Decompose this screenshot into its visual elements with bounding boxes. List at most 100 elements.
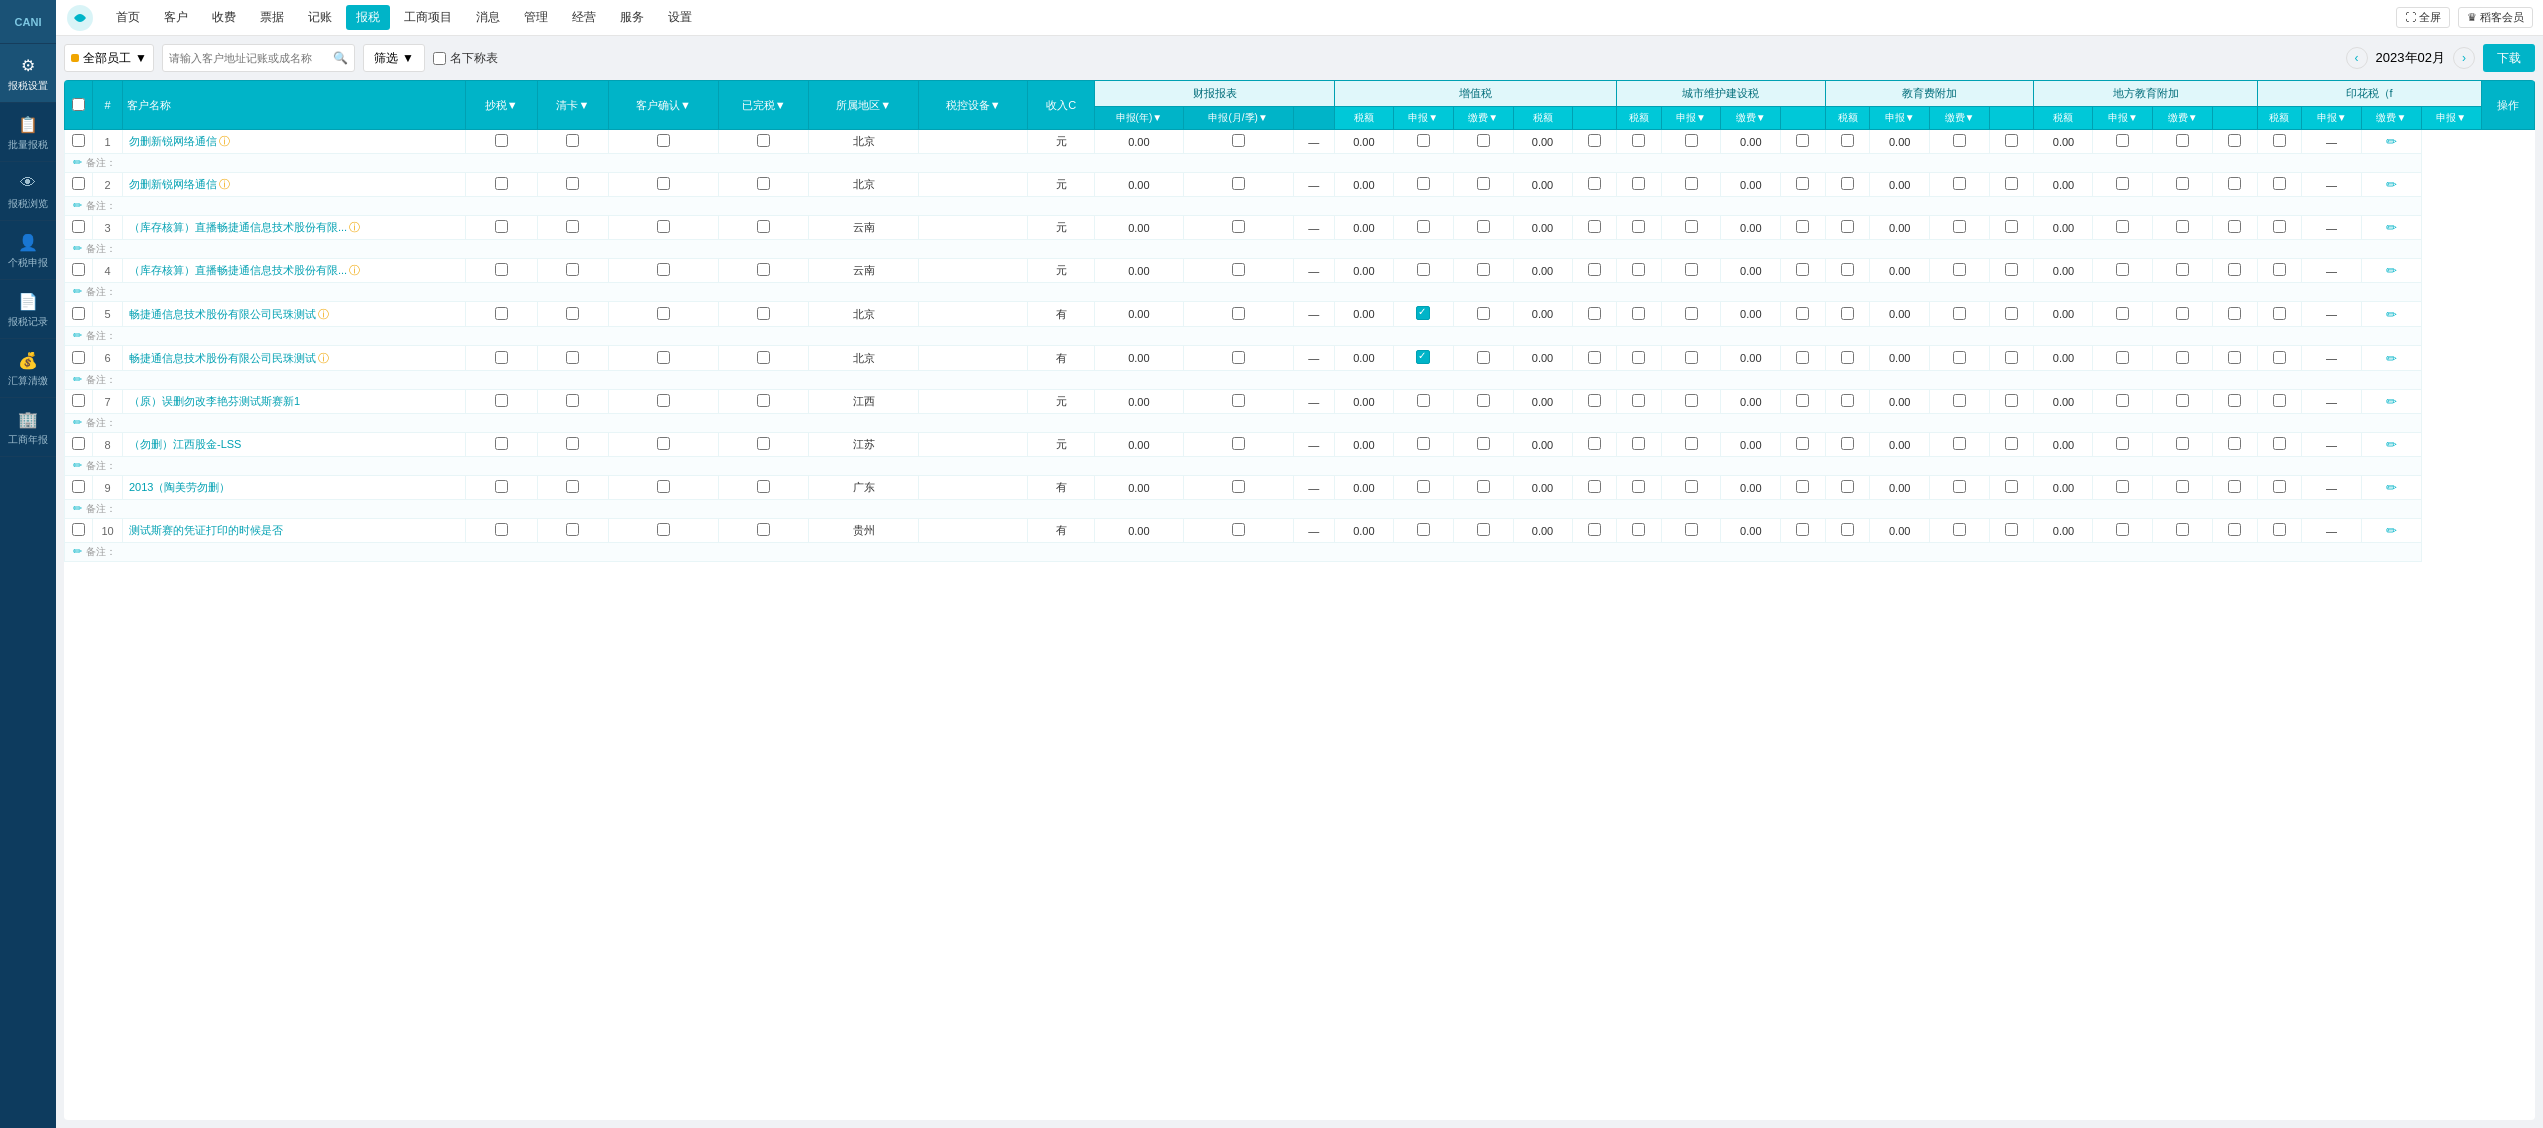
sidebar-item-baoshuishezhi[interactable]: ⚙ 报税设置: [0, 44, 56, 103]
city-extra-checkbox[interactable]: [1796, 134, 1809, 147]
city-apply-checkbox[interactable]: [1685, 263, 1698, 276]
vat-pay-checkbox[interactable]: [1477, 220, 1490, 233]
fin-year-checkbox[interactable]: [1232, 437, 1245, 450]
stamp-taxamt-checkbox[interactable]: [2273, 134, 2286, 147]
city-apply-checkbox[interactable]: [1685, 394, 1698, 407]
edu-extra-checkbox[interactable]: [2005, 480, 2018, 493]
local-extra-checkbox[interactable]: [2228, 437, 2241, 450]
chaoshui-checkbox[interactable]: [495, 134, 508, 147]
city-extra-checkbox[interactable]: [1796, 307, 1809, 320]
vat-extra-checkbox[interactable]: [1588, 437, 1601, 450]
row-checkbox[interactable]: [72, 177, 85, 190]
stamp-taxamt-checkbox[interactable]: [2273, 351, 2286, 364]
stamp-taxamt-checkbox[interactable]: [2273, 394, 2286, 407]
chaoshui-checkbox[interactable]: [495, 307, 508, 320]
stamp-taxamt-checkbox[interactable]: [2273, 307, 2286, 320]
local-pay-checkbox[interactable]: [2176, 523, 2189, 536]
membership-button[interactable]: ♛ 稻客会员: [2458, 7, 2533, 28]
nav-operation[interactable]: 经营: [562, 5, 606, 30]
edit-icon[interactable]: ✏: [2386, 220, 2397, 235]
employee-filter[interactable]: 全部员工 ▼: [64, 44, 154, 72]
local-extra-checkbox[interactable]: [2228, 351, 2241, 364]
fin-year-checkbox[interactable]: [1232, 394, 1245, 407]
local-apply-checkbox[interactable]: [2116, 177, 2129, 190]
fin-year-checkbox[interactable]: [1232, 307, 1245, 320]
paid-checkbox[interactable]: [757, 394, 770, 407]
edu-extra-checkbox[interactable]: [2005, 437, 2018, 450]
vat-extra-checkbox[interactable]: [1588, 351, 1601, 364]
local-pay-checkbox[interactable]: [2176, 480, 2189, 493]
local-apply-checkbox[interactable]: [2116, 480, 2129, 493]
paid-checkbox[interactable]: [757, 263, 770, 276]
chaoshui-checkbox[interactable]: [495, 437, 508, 450]
row-checkbox[interactable]: [72, 307, 85, 320]
row-checkbox[interactable]: [72, 394, 85, 407]
local-apply-checkbox[interactable]: [2116, 437, 2129, 450]
vat-checkbox[interactable]: [1417, 263, 1430, 276]
edu-apply-checkbox[interactable]: [1841, 437, 1854, 450]
checked-checkbox[interactable]: [1416, 350, 1430, 364]
qingka-checkbox[interactable]: [566, 394, 579, 407]
vat-pay-checkbox[interactable]: [1477, 263, 1490, 276]
vat-extra-checkbox[interactable]: [1588, 263, 1601, 276]
confirm-checkbox[interactable]: [657, 134, 670, 147]
customer-name[interactable]: 勿删新锐网络通信ⓘ: [123, 130, 466, 154]
vat-extra-checkbox[interactable]: [1588, 177, 1601, 190]
edit-icon[interactable]: ✏: [2386, 394, 2397, 409]
city-extra-checkbox[interactable]: [1796, 523, 1809, 536]
edu-apply-checkbox[interactable]: [1841, 134, 1854, 147]
edu-extra-checkbox[interactable]: [2005, 523, 2018, 536]
edu-taxamt-checkbox[interactable]: [1953, 307, 1966, 320]
edu-taxamt-checkbox[interactable]: [1953, 351, 1966, 364]
city-taxamt-checkbox[interactable]: [1632, 523, 1645, 536]
checked-checkbox[interactable]: [1416, 306, 1430, 320]
local-extra-checkbox[interactable]: [2228, 523, 2241, 536]
row-checkbox[interactable]: [72, 437, 85, 450]
city-extra-checkbox[interactable]: [1796, 394, 1809, 407]
nav-bookkeeping[interactable]: 记账: [298, 5, 342, 30]
edit-icon[interactable]: ✏: [2386, 177, 2397, 192]
fin-year-checkbox[interactable]: [1232, 263, 1245, 276]
confirm-checkbox[interactable]: [657, 480, 670, 493]
edu-taxamt-checkbox[interactable]: [1953, 523, 1966, 536]
city-taxamt-checkbox[interactable]: [1632, 220, 1645, 233]
confirm-checkbox[interactable]: [657, 523, 670, 536]
row-checkbox[interactable]: [72, 480, 85, 493]
local-apply-checkbox[interactable]: [2116, 394, 2129, 407]
edu-taxamt-checkbox[interactable]: [1953, 263, 1966, 276]
edu-apply-checkbox[interactable]: [1841, 220, 1854, 233]
edu-apply-checkbox[interactable]: [1841, 177, 1854, 190]
edu-extra-checkbox[interactable]: [2005, 351, 2018, 364]
vat-extra-checkbox[interactable]: [1588, 394, 1601, 407]
qingka-checkbox[interactable]: [566, 523, 579, 536]
nav-manage[interactable]: 管理: [514, 5, 558, 30]
nav-message[interactable]: 消息: [466, 5, 510, 30]
city-apply-checkbox[interactable]: [1685, 220, 1698, 233]
row-checkbox[interactable]: [72, 523, 85, 536]
city-taxamt-checkbox[interactable]: [1632, 307, 1645, 320]
customer-name[interactable]: 测试斯赛的凭证打印的时候是否: [123, 519, 466, 543]
fin-year-checkbox[interactable]: [1232, 177, 1245, 190]
confirm-checkbox[interactable]: [657, 307, 670, 320]
chaoshui-checkbox[interactable]: [495, 351, 508, 364]
fin-year-checkbox[interactable]: [1232, 523, 1245, 536]
qingka-checkbox[interactable]: [566, 480, 579, 493]
edu-taxamt-checkbox[interactable]: [1953, 394, 1966, 407]
sidebar-item-piliangshuibao[interactable]: 📋 批量报税: [0, 103, 56, 162]
paid-checkbox[interactable]: [757, 220, 770, 233]
paid-checkbox[interactable]: [757, 480, 770, 493]
customer-name[interactable]: 勿删新锐网络通信ⓘ: [123, 173, 466, 197]
customer-name[interactable]: （勿删）江西股金-LSS: [123, 433, 466, 457]
local-pay-checkbox[interactable]: [2176, 263, 2189, 276]
customer-name[interactable]: 畅捷通信息技术股份有限公司民珠测试ⓘ: [123, 302, 466, 327]
fin-year-checkbox[interactable]: [1232, 220, 1245, 233]
local-pay-checkbox[interactable]: [2176, 220, 2189, 233]
edu-extra-checkbox[interactable]: [2005, 220, 2018, 233]
city-apply-checkbox[interactable]: [1685, 480, 1698, 493]
local-pay-checkbox[interactable]: [2176, 351, 2189, 364]
city-extra-checkbox[interactable]: [1796, 437, 1809, 450]
edit-icon[interactable]: ✏: [2386, 523, 2397, 538]
row-checkbox[interactable]: [72, 134, 85, 147]
city-extra-checkbox[interactable]: [1796, 177, 1809, 190]
city-taxamt-checkbox[interactable]: [1632, 394, 1645, 407]
